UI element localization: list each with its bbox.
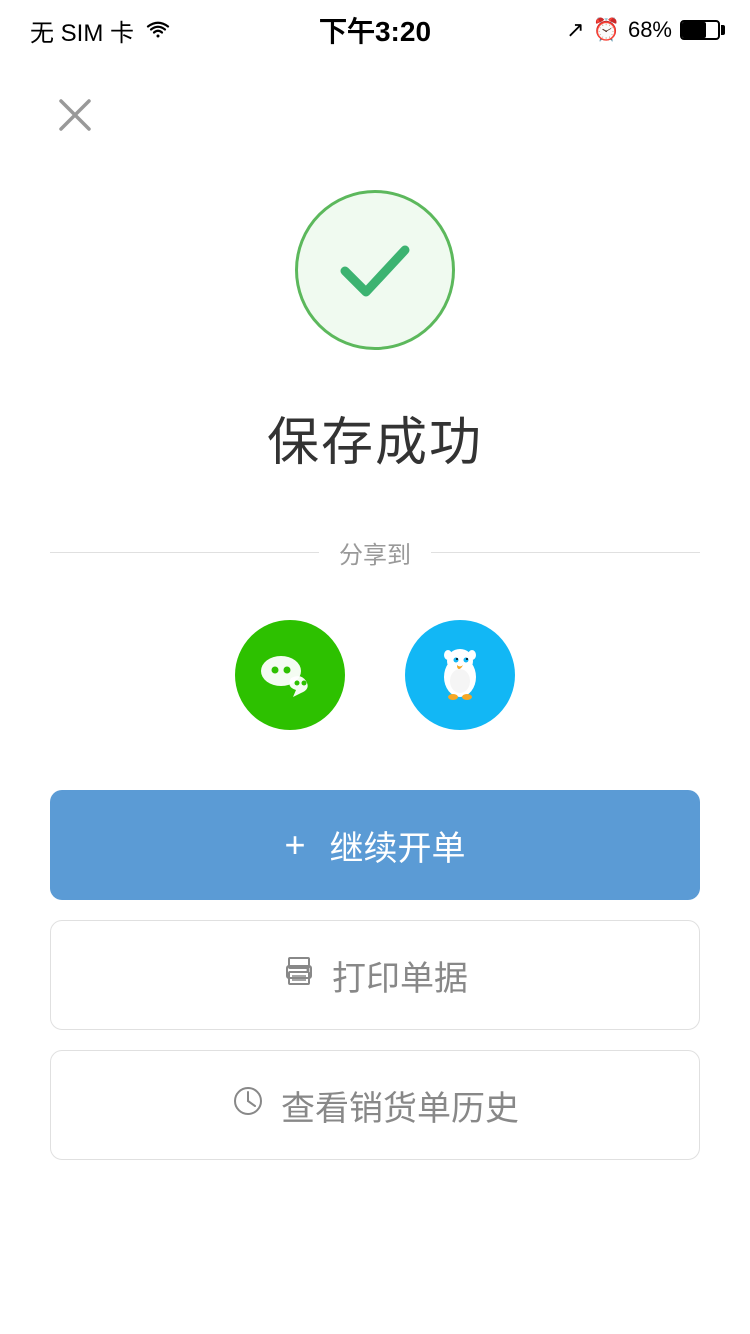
share-icons-row — [50, 620, 700, 730]
success-icon-circle — [295, 190, 455, 350]
location-icon: ↗ — [566, 17, 584, 43]
print-button[interactable]: 打印单据 — [50, 920, 700, 1030]
history-button[interactable]: 查看销货单历史 — [50, 1050, 700, 1160]
alarm-icon: ⏰ — [593, 17, 620, 43]
share-section: 分享到 — [50, 535, 700, 730]
close-button-container — [50, 90, 700, 140]
continue-button[interactable]: + 继续开单 — [50, 790, 700, 900]
action-buttons: + 继续开单 打印单据 — [50, 790, 700, 1160]
printer-icon — [282, 954, 316, 997]
status-time: 下午3:20 — [319, 10, 431, 50]
main-content: 保存成功 分享到 — [0, 60, 750, 1190]
clock-icon — [231, 1084, 265, 1127]
checkmark-icon — [330, 225, 420, 315]
share-wechat-button[interactable] — [235, 620, 345, 730]
share-label: 分享到 — [339, 535, 411, 570]
history-label: 查看销货单历史 — [281, 1081, 519, 1130]
status-carrier: 无 SIM 卡 — [30, 13, 172, 48]
divider-left — [50, 552, 319, 553]
battery-percent: 68% — [628, 17, 672, 43]
status-right: ↗ ⏰ 68% — [566, 17, 720, 43]
share-divider: 分享到 — [50, 535, 700, 570]
success-title: 保存成功 — [267, 400, 483, 475]
divider-right — [431, 552, 700, 553]
qq-icon — [428, 643, 493, 708]
battery-icon — [680, 20, 720, 40]
plus-icon: + — [284, 824, 305, 866]
print-label: 打印单据 — [332, 951, 468, 1000]
share-qq-button[interactable] — [405, 620, 515, 730]
continue-label: 继续开单 — [330, 821, 466, 870]
wifi-icon — [144, 20, 172, 40]
close-button[interactable] — [50, 90, 100, 140]
wechat-icon — [258, 643, 323, 708]
status-bar: 无 SIM 卡 下午3:20 ↗ ⏰ 68% — [0, 0, 750, 60]
